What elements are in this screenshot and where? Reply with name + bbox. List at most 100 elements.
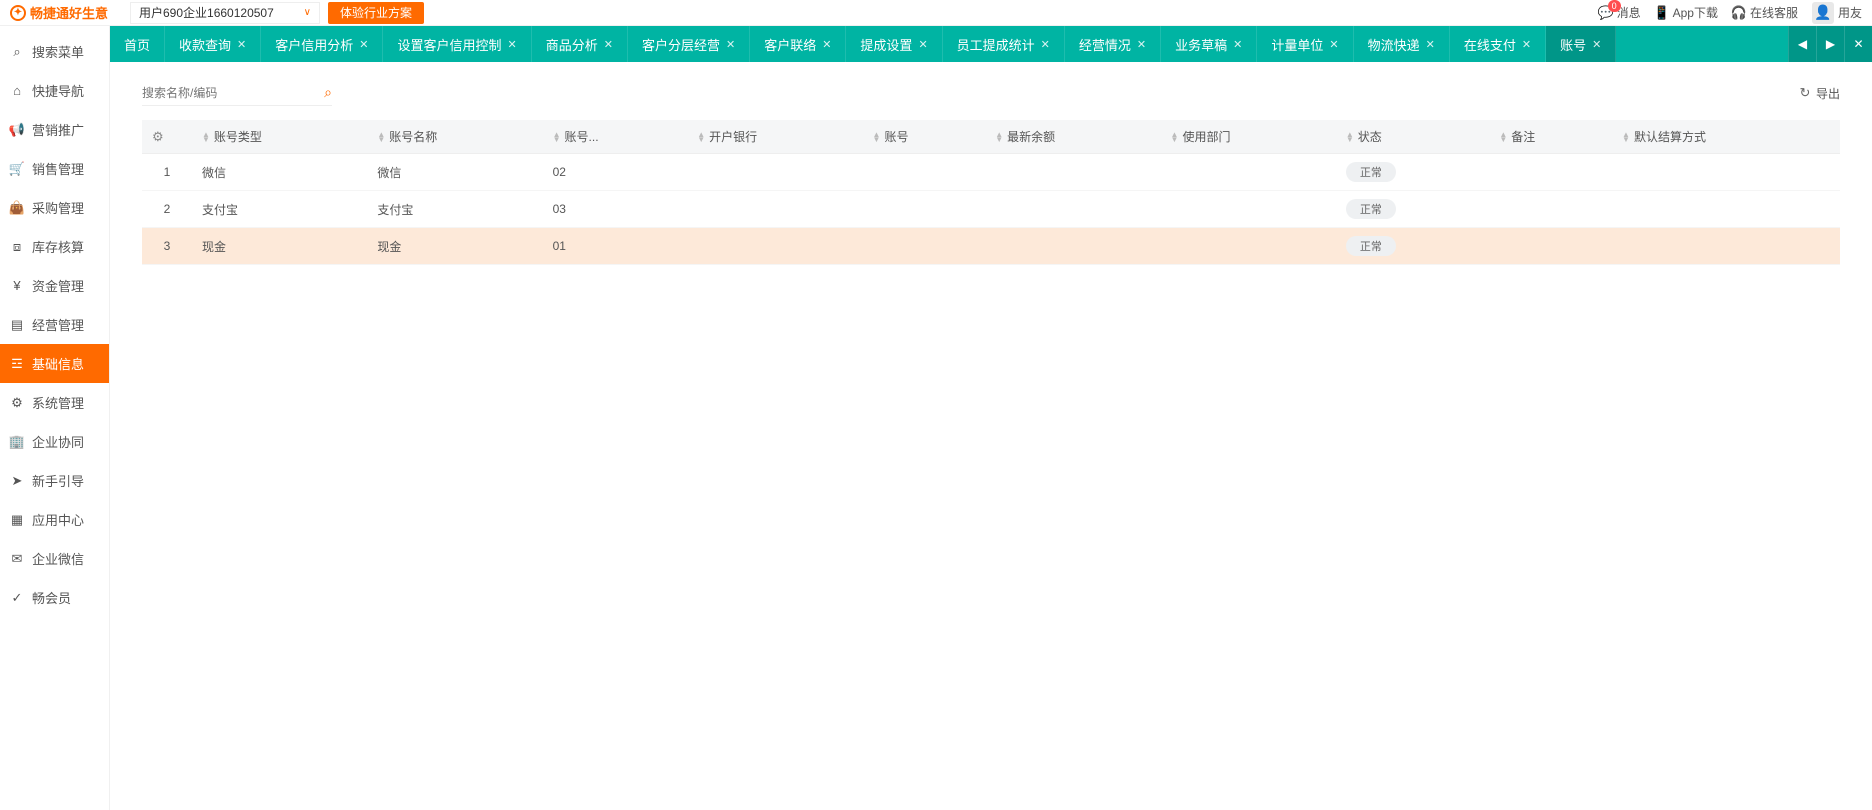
tab-2[interactable]: 客户信用分析✕ bbox=[261, 26, 383, 62]
close-icon[interactable]: ✕ bbox=[508, 38, 517, 51]
trial-button[interactable]: 体验行业方案 bbox=[328, 2, 424, 24]
sort-icon[interactable]: ▲▼ bbox=[1499, 132, 1507, 142]
close-icon[interactable]: ✕ bbox=[918, 38, 927, 51]
tab-7[interactable]: 提成设置✕ bbox=[846, 26, 942, 62]
sort-icon[interactable]: ▲▼ bbox=[1346, 132, 1354, 142]
close-icon[interactable]: ✕ bbox=[1137, 38, 1146, 51]
sort-icon[interactable]: ▲▼ bbox=[873, 132, 881, 142]
close-icon[interactable]: ✕ bbox=[237, 38, 246, 51]
sidebar-item-1[interactable]: ⌂快捷导航 bbox=[0, 71, 109, 110]
close-icon[interactable]: ✕ bbox=[359, 38, 368, 51]
gear-icon[interactable]: ⚙ bbox=[152, 129, 164, 144]
tab-4[interactable]: 商品分析✕ bbox=[532, 26, 628, 62]
close-icon[interactable]: ✕ bbox=[1426, 38, 1435, 51]
tab-13[interactable]: 在线支付✕ bbox=[1450, 26, 1546, 62]
close-icon[interactable]: ✕ bbox=[1233, 38, 1242, 51]
close-icon[interactable]: ✕ bbox=[1592, 38, 1601, 51]
column-header-0[interactable]: ⚙ bbox=[142, 120, 192, 154]
tab-10[interactable]: 业务草稿✕ bbox=[1161, 26, 1257, 62]
header-right: 💬 消息 📱 App下载 🎧 在线客服 👤 用友 bbox=[1599, 2, 1862, 24]
sidebar-item-5[interactable]: ⧈库存核算 bbox=[0, 227, 109, 266]
column-header-1[interactable]: ▲▼账号类型 bbox=[192, 120, 367, 154]
tab-label: 客户分层经营 bbox=[642, 35, 720, 54]
export-button[interactable]: ↻ 导出 bbox=[1798, 85, 1840, 102]
cell: 微信 bbox=[192, 154, 367, 191]
sidebar-item-label: 经营管理 bbox=[32, 315, 84, 334]
tenant-selector[interactable]: 用户690企业1660120507 ∨ bbox=[130, 2, 320, 24]
column-header-3[interactable]: ▲▼账号... bbox=[543, 120, 688, 154]
sidebar-item-9[interactable]: ⚙系统管理 bbox=[0, 383, 109, 422]
tab-14[interactable]: 账号✕ bbox=[1546, 26, 1616, 62]
column-header-2[interactable]: ▲▼账号名称 bbox=[367, 120, 542, 154]
close-icon[interactable]: ✕ bbox=[1041, 38, 1050, 51]
sidebar-item-11[interactable]: ➤新手引导 bbox=[0, 461, 109, 500]
sort-icon[interactable]: ▲▼ bbox=[202, 132, 210, 142]
sidebar-item-2[interactable]: 📢营销推广 bbox=[0, 110, 109, 149]
sort-icon[interactable]: ▲▼ bbox=[553, 132, 561, 142]
sort-icon[interactable]: ▲▼ bbox=[1622, 132, 1630, 142]
sidebar-item-label: 基础信息 bbox=[32, 354, 84, 373]
search-input[interactable] bbox=[142, 86, 324, 100]
box-icon: ⧈ bbox=[10, 240, 24, 254]
cell bbox=[1612, 228, 1840, 265]
sidebar-item-0[interactable]: ⌕搜索菜单 bbox=[0, 32, 109, 71]
guide-icon: ➤ bbox=[10, 474, 24, 488]
sidebar-item-13[interactable]: ✉企业微信 bbox=[0, 539, 109, 578]
tab-scroll-right[interactable]: ▶ bbox=[1816, 26, 1844, 62]
search-box[interactable]: ⌕ bbox=[142, 80, 332, 106]
sidebar-item-label: 企业协同 bbox=[32, 432, 84, 451]
sidebar-item-10[interactable]: 🏢企业协同 bbox=[0, 422, 109, 461]
status-badge: 正常 bbox=[1346, 162, 1396, 182]
close-icon[interactable]: ✕ bbox=[1522, 38, 1531, 51]
sidebar-item-14[interactable]: ✓畅会员 bbox=[0, 578, 109, 617]
column-header-7[interactable]: ▲▼使用部门 bbox=[1161, 120, 1336, 154]
tab-6[interactable]: 客户联络 ✕ bbox=[750, 26, 846, 62]
tab-5[interactable]: 客户分层经营 ✕ bbox=[628, 26, 750, 62]
tab-9[interactable]: 经营情况✕ bbox=[1065, 26, 1161, 62]
sidebar-item-3[interactable]: 🛒销售管理 bbox=[0, 149, 109, 188]
close-icon[interactable]: ✕ bbox=[726, 38, 735, 51]
sidebar-item-12[interactable]: ▦应用中心 bbox=[0, 500, 109, 539]
column-header-5[interactable]: ▲▼账号 bbox=[863, 120, 986, 154]
tab-close-all[interactable]: ✕ bbox=[1844, 26, 1872, 62]
tab-label: 收款查询 bbox=[179, 35, 231, 54]
sidebar-item-6[interactable]: ¥资金管理 bbox=[0, 266, 109, 305]
close-icon[interactable]: ✕ bbox=[604, 38, 613, 51]
support-link[interactable]: 🎧 在线客服 bbox=[1732, 4, 1798, 21]
column-header-6[interactable]: ▲▼最新余额 bbox=[985, 120, 1160, 154]
tab-label: 客户联络 bbox=[764, 35, 816, 54]
cell bbox=[863, 154, 986, 191]
user-name: 用友 bbox=[1838, 4, 1862, 21]
tab-1[interactable]: 收款查询 ✕ bbox=[165, 26, 261, 62]
column-header-9[interactable]: ▲▼备注 bbox=[1489, 120, 1612, 154]
table-row[interactable]: 3现金现金01正常 bbox=[142, 228, 1840, 265]
cell: 02 bbox=[543, 154, 688, 191]
cell bbox=[863, 228, 986, 265]
table-row[interactable]: 2支付宝支付宝03正常 bbox=[142, 191, 1840, 228]
column-header-10[interactable]: ▲▼默认结算方式 bbox=[1612, 120, 1840, 154]
messages-link[interactable]: 💬 消息 bbox=[1599, 4, 1641, 21]
column-header-8[interactable]: ▲▼状态 bbox=[1336, 120, 1490, 154]
search-icon[interactable]: ⌕ bbox=[324, 84, 332, 101]
sidebar-item-4[interactable]: 👜采购管理 bbox=[0, 188, 109, 227]
tab-0[interactable]: 首页 bbox=[110, 26, 165, 62]
close-icon[interactable]: ✕ bbox=[1329, 38, 1338, 51]
user-menu[interactable]: 👤 用友 bbox=[1812, 2, 1862, 24]
tab-8[interactable]: 员工提成统计✕ bbox=[943, 26, 1065, 62]
close-icon[interactable]: ✕ bbox=[822, 38, 831, 51]
sidebar-item-7[interactable]: ▤经营管理 bbox=[0, 305, 109, 344]
column-header-4[interactable]: ▲▼开户银行 bbox=[687, 120, 862, 154]
tab-label: 设置客户信用控制 bbox=[397, 35, 501, 54]
table-row[interactable]: 1微信微信02正常 bbox=[142, 154, 1840, 191]
tab-3[interactable]: 设置客户信用控制 ✕ bbox=[383, 26, 531, 62]
sort-icon[interactable]: ▲▼ bbox=[1171, 132, 1179, 142]
sort-icon[interactable]: ▲▼ bbox=[697, 132, 705, 142]
sidebar-item-8[interactable]: ☲基础信息 bbox=[0, 344, 109, 383]
app-download-link[interactable]: 📱 App下载 bbox=[1655, 4, 1718, 21]
tab-12[interactable]: 物流快递✕ bbox=[1354, 26, 1450, 62]
sort-icon[interactable]: ▲▼ bbox=[377, 132, 385, 142]
avatar-icon: 👤 bbox=[1812, 2, 1834, 24]
tab-scroll-left[interactable]: ◀ bbox=[1788, 26, 1816, 62]
tab-11[interactable]: 计量单位✕ bbox=[1257, 26, 1353, 62]
sort-icon[interactable]: ▲▼ bbox=[995, 132, 1003, 142]
